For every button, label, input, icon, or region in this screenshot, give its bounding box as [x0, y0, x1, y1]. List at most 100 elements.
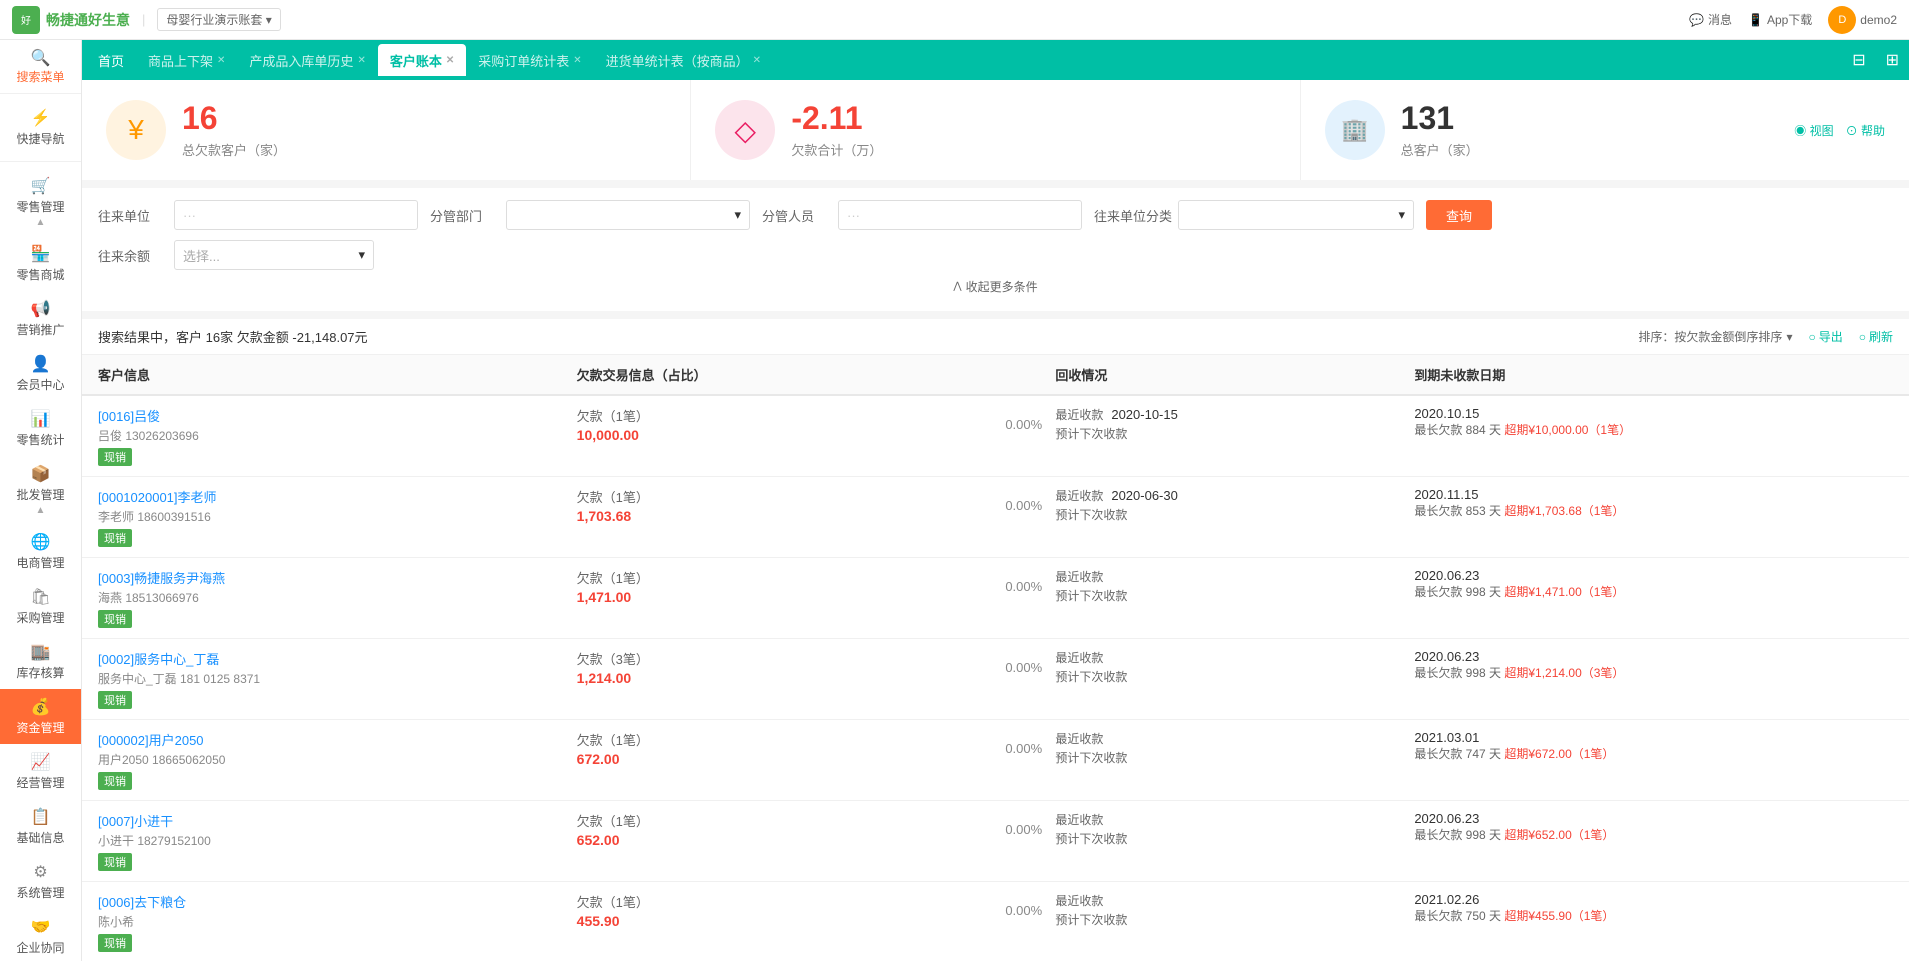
filter-unit-category-select[interactable]: ▾ — [1178, 200, 1414, 230]
sidebar-item-members[interactable]: 👤 会员中心 — [0, 346, 81, 401]
stat-number-debt-customers: 16 — [182, 102, 666, 134]
customer-sub-5: 小进干 18279152100 — [98, 832, 577, 849]
sidebar-item-retail-store[interactable]: 🏪 零售商城 — [0, 236, 81, 291]
debt-amount-5: 652.00 — [577, 832, 986, 848]
top-bar: 好 畅捷通好生意 | 母婴行业演示账套 ▾ 💬 消息 📱 App下载 D dem… — [0, 0, 1909, 40]
sidebar-item-purchase[interactable]: 🛍 采购管理 — [0, 579, 81, 634]
overdue-days-text-4: 最长欠款 747 天 — [1414, 747, 1501, 761]
customer-name-3[interactable]: [0002]服务中心_丁磊 — [98, 649, 577, 668]
stat-label-debt-customers: 总欠款客户（家） — [182, 140, 666, 159]
tab-inbound-stats-close[interactable]: ✕ — [753, 55, 761, 66]
sidebar-item-basic-info[interactable]: 📋 基础信息 — [0, 799, 81, 854]
filter-dept-select[interactable]: ▾ — [506, 200, 750, 230]
search-button[interactable]: 查询 — [1426, 200, 1492, 230]
finance-icon: 💰 — [31, 697, 51, 717]
sort-select[interactable]: 排序：按欠款金额倒序排序 ▾ — [1638, 328, 1792, 345]
tab-maximize-btn[interactable]: ⊞ — [1880, 50, 1905, 70]
sidebar-item-enterprise[interactable]: 🤝 企业协同 — [0, 909, 81, 961]
sidebar-item-finance[interactable]: 💰 资金管理 — [0, 689, 81, 744]
overdue-amount-2[interactable]: 超期¥1,471.00（1笔） — [1504, 585, 1624, 599]
sidebar-item-system[interactable]: ⚙ 系统管理 — [0, 854, 81, 909]
overdue-amount-6[interactable]: 超期¥455.90（1笔） — [1504, 909, 1614, 923]
filter-manager-input[interactable]: ··· — [838, 200, 1082, 230]
filter-dept-label: 分管部门 — [430, 206, 500, 225]
tab-product-shelf[interactable]: 商品上下架 ✕ — [136, 44, 237, 76]
debt-label-2: 欠款（1笔） — [577, 568, 986, 587]
sidebar-item-ecommerce[interactable]: 🌐 电商管理 — [0, 524, 81, 579]
filter-balance-select[interactable]: 选择... ▾ — [174, 240, 374, 270]
due-cell-5: 2020.06.23 最长欠款 998 天 超期¥652.00（1笔） — [1414, 811, 1893, 843]
recovery-row-2b: 预计下次收款 — [1055, 587, 1414, 604]
last-payment-date-0: 2020-10-15 — [1111, 407, 1178, 422]
tab-purchase-order[interactable]: 采购订单统计表 ✕ — [466, 44, 593, 76]
tab-customer-account[interactable]: 客户账本 ✕ — [378, 44, 466, 76]
customer-info-5: [0007]小进干 小进干 18279152100 现销 — [98, 811, 577, 871]
filter-manager: 分管人员 ··· — [762, 200, 1082, 230]
debt-label-6: 欠款（1笔） — [577, 892, 986, 911]
sidebar-item-retail-mgmt[interactable]: 🛒 零售管理 ▲ — [0, 168, 81, 236]
sidebar-item-retail-stats[interactable]: 📊 零售统计 — [0, 401, 81, 456]
inventory-icon: 🏬 — [31, 642, 51, 662]
results-debt-prefix: 欠款金额 — [237, 330, 289, 345]
last-payment-label-2: 最近收款 — [1055, 568, 1103, 585]
debt-ratio-1: 0.00% — [1005, 498, 1055, 513]
table-row: [0001020001]李老师 李老师 18600391516 现销 欠款（1笔… — [82, 477, 1909, 558]
sidebar-item-operations[interactable]: 📈 经营管理 — [0, 744, 81, 799]
overdue-amount-5[interactable]: 超期¥652.00（1笔） — [1504, 828, 1614, 842]
tab-minimize-btn[interactable]: ⊟ — [1846, 50, 1871, 70]
debt-main-0: 欠款（1笔） 10,000.00 — [577, 406, 986, 443]
overdue-amount-0[interactable]: 超期¥10,000.00（1笔） — [1504, 423, 1631, 437]
customer-name-1[interactable]: [0001020001]李老师 — [98, 487, 577, 506]
app-download-label: App下载 — [1767, 11, 1812, 28]
sidebar-item-batch-mgmt[interactable]: 📦 批发管理 ▲ — [0, 456, 81, 524]
retail-mgmt-arrow: ▲ — [36, 217, 46, 228]
debt-amount-6: 455.90 — [577, 913, 986, 929]
org-selector[interactable]: 母婴行业演示账套 ▾ — [157, 8, 280, 31]
debt-main-3: 欠款（3笔） 1,214.00 — [577, 649, 986, 686]
last-payment-label-5: 最近收款 — [1055, 811, 1103, 828]
tab-purchase-order-close[interactable]: ✕ — [573, 55, 581, 66]
customer-name-2[interactable]: [0003]畅捷服务尹海燕 — [98, 568, 577, 587]
tab-product-history-close[interactable]: ✕ — [357, 55, 365, 66]
overdue-days-text-3: 最长欠款 998 天 — [1414, 666, 1501, 680]
overdue-amount-4[interactable]: 超期¥672.00（1笔） — [1504, 747, 1614, 761]
tab-inbound-stats[interactable]: 进货单统计表（按商品） ✕ — [594, 44, 773, 76]
debt-label-1: 欠款（1笔） — [577, 487, 986, 506]
table-row: [000002]用户2050 用户2050 18665062050 现销 欠款（… — [82, 720, 1909, 801]
basic-info-label: 基础信息 — [16, 829, 64, 846]
export-btn[interactable]: ○ 导出 — [1808, 328, 1842, 345]
customer-name-5[interactable]: [0007]小进干 — [98, 811, 577, 830]
debt-amount-1: 1,703.68 — [577, 508, 986, 524]
customer-name-4[interactable]: [000002]用户2050 — [98, 730, 577, 749]
collapse-btn[interactable]: ⋀ 收起更多条件 — [98, 274, 1893, 299]
refresh-btn[interactable]: ○ 刷新 — [1859, 328, 1893, 345]
help-btn[interactable]: ⊙ 帮助 — [1846, 122, 1885, 139]
sidebar-item-quick-nav[interactable]: ⚡ 快捷导航 — [0, 100, 81, 155]
tab-customer-account-close[interactable]: ✕ — [446, 55, 454, 66]
filter-customer-unit-input[interactable]: ··· — [174, 200, 418, 230]
tab-product-history[interactable]: 产成品入库单历史 ✕ — [237, 44, 377, 76]
tab-home[interactable]: 首页 — [86, 51, 136, 70]
view-btn[interactable]: ◉ 视图 — [1794, 122, 1833, 139]
due-date-1: 2020.11.15 — [1414, 487, 1893, 502]
customer-name-0[interactable]: [0016]吕俊 — [98, 406, 577, 425]
overdue-amount-1[interactable]: 超期¥1,703.68（1笔） — [1504, 504, 1624, 518]
tab-product-shelf-close[interactable]: ✕ — [217, 55, 225, 66]
content-area: 首页 商品上下架 ✕ 产成品入库单历史 ✕ 客户账本 ✕ 采购订单统计表 ✕ 进… — [82, 40, 1909, 961]
sidebar-item-inventory[interactable]: 🏬 库存核算 — [0, 634, 81, 689]
debt-amount-0: 10,000.00 — [577, 427, 986, 443]
user-profile[interactable]: D demo2 — [1828, 6, 1897, 34]
due-cell-1: 2020.11.15 最长欠款 853 天 超期¥1,703.68（1笔） — [1414, 487, 1893, 519]
customer-name-6[interactable]: [0006]去下粮仓 — [98, 892, 577, 911]
quick-nav-label: 快捷导航 — [16, 130, 64, 147]
app-download-btn[interactable]: 📱 App下载 — [1748, 11, 1812, 28]
recovery-row-2a: 最近收款 — [1055, 568, 1414, 585]
sidebar-item-marketing[interactable]: 📢 营销推广 — [0, 291, 81, 346]
next-payment-label-2: 预计下次收款 — [1055, 587, 1127, 604]
messages-btn[interactable]: 💬 消息 — [1689, 11, 1732, 28]
overdue-amount-3[interactable]: 超期¥1,214.00（3笔） — [1504, 666, 1624, 680]
debt-ratio-2: 0.00% — [1005, 579, 1055, 594]
col-header-recovery: 回收情况 — [1055, 365, 1414, 384]
stat-card-total-customers: 🏢 131 总客户（家） ◉ 视图 ⊙ 帮助 — [1301, 80, 1909, 180]
sidebar-search[interactable]: 🔍 搜索菜单 — [0, 40, 81, 94]
